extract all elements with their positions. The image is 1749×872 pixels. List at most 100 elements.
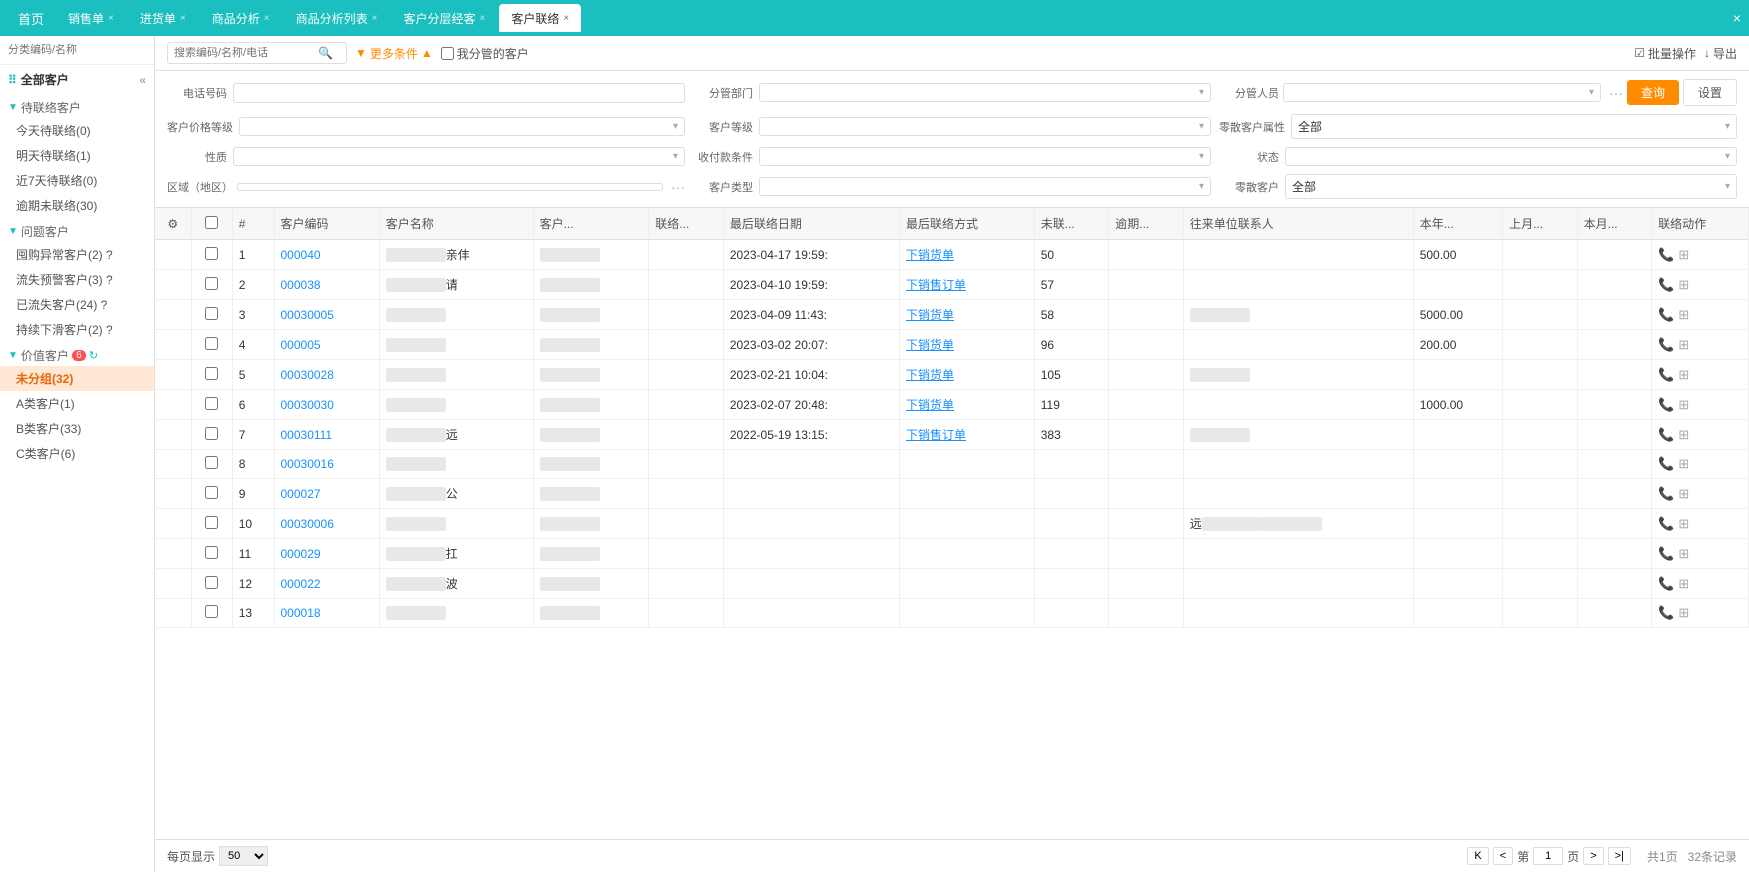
- per-page-dropdown[interactable]: 50 100 200: [219, 846, 268, 866]
- export-button[interactable]: ↓ 导出: [1704, 45, 1737, 62]
- td-code[interactable]: 000040: [274, 240, 379, 270]
- last-method-link[interactable]: 下销货单: [906, 338, 954, 352]
- sidebar-item-churn_risk[interactable]: 流失预警客户(3) ?: [0, 267, 154, 292]
- grid-action-icon[interactable]: ⊞: [1678, 516, 1689, 532]
- sidebar-item-abnormal[interactable]: 囤购异常客户(2) ?: [0, 242, 154, 267]
- all-customers-header[interactable]: ⠿ 全部客户 «: [0, 65, 154, 94]
- filter-search-icon[interactable]: 🔍: [318, 46, 333, 60]
- filter-status-select[interactable]: ▾: [1285, 147, 1737, 166]
- col-last-method[interactable]: 最后联络方式: [899, 208, 1034, 240]
- last-method-link[interactable]: 下销货单: [906, 398, 954, 412]
- phone-icon[interactable]: 📞: [1658, 397, 1674, 413]
- last-method-link[interactable]: 下销售订单: [906, 428, 966, 442]
- first-page-button[interactable]: K: [1467, 847, 1488, 865]
- reset-button[interactable]: 设置: [1683, 79, 1737, 106]
- td-code[interactable]: 00030111: [274, 420, 379, 450]
- close-tab-purchase-icon[interactable]: ×: [180, 13, 186, 24]
- nav-home[interactable]: 首页: [8, 9, 54, 28]
- td-code[interactable]: 000018: [274, 599, 379, 628]
- nav-tab-purchase[interactable]: 进货单×: [128, 4, 198, 32]
- query-button[interactable]: 查询: [1627, 80, 1679, 105]
- page-input[interactable]: [1533, 847, 1563, 865]
- row-checkbox[interactable]: [205, 427, 218, 440]
- row-checkbox[interactable]: [205, 367, 218, 380]
- grid-action-icon[interactable]: ⊞: [1678, 307, 1689, 323]
- phone-icon[interactable]: 📞: [1658, 427, 1674, 443]
- col-this-month[interactable]: 本月...: [1577, 208, 1652, 240]
- close-tab-customer_segment-icon[interactable]: ×: [479, 13, 485, 24]
- sidebar-group-label-value_customers[interactable]: ▼价值客户6↻: [0, 342, 154, 366]
- sidebar-search-input[interactable]: [8, 44, 150, 56]
- phone-icon[interactable]: 📞: [1658, 277, 1674, 293]
- grid-action-icon[interactable]: ⊞: [1678, 247, 1689, 263]
- last-method-link[interactable]: 下销售订单: [906, 278, 966, 292]
- col-contact-action[interactable]: 联络动作: [1652, 208, 1749, 240]
- col-this-year[interactable]: 本年...: [1413, 208, 1502, 240]
- filter-manager-select[interactable]: ▾: [1283, 83, 1601, 102]
- sidebar-item-b_type[interactable]: B类客户(33): [0, 416, 154, 441]
- my-customers-checkbox[interactable]: [441, 47, 454, 60]
- row-checkbox[interactable]: [205, 456, 218, 469]
- phone-icon[interactable]: 📞: [1658, 337, 1674, 353]
- td-code[interactable]: 000005: [274, 330, 379, 360]
- td-code[interactable]: 00030005: [274, 300, 379, 330]
- table-select-all-header[interactable]: [191, 208, 232, 240]
- col-customer-code[interactable]: 客户编码: [274, 208, 379, 240]
- prev-page-button[interactable]: <: [1493, 847, 1513, 865]
- grid-action-icon[interactable]: ⊞: [1678, 337, 1689, 353]
- phone-icon[interactable]: 📞: [1658, 486, 1674, 502]
- row-checkbox[interactable]: [205, 605, 218, 618]
- td-code[interactable]: 000022: [274, 569, 379, 599]
- row-checkbox[interactable]: [205, 546, 218, 559]
- filter-manager-dots[interactable]: ···: [1609, 85, 1623, 101]
- sidebar-item-no_group[interactable]: 未分组(32): [0, 366, 154, 391]
- sidebar-collapse-icon[interactable]: «: [139, 73, 146, 87]
- grid-action-icon[interactable]: ⊞: [1678, 397, 1689, 413]
- close-tab-product_analysis-icon[interactable]: ×: [264, 13, 270, 24]
- col-last-date[interactable]: 最后联络日期: [723, 208, 899, 240]
- row-checkbox[interactable]: [205, 486, 218, 499]
- nav-tab-product_analysis_list[interactable]: 商品分析列表×: [284, 4, 390, 32]
- select-all-checkbox[interactable]: [205, 216, 218, 229]
- td-code[interactable]: 000029: [274, 539, 379, 569]
- phone-icon[interactable]: 📞: [1658, 367, 1674, 383]
- sidebar-item-lost[interactable]: 已流失客户(24) ?: [0, 292, 154, 317]
- next-page-button[interactable]: >: [1583, 847, 1603, 865]
- batch-operation-button[interactable]: ☑ 批量操作: [1634, 45, 1696, 62]
- td-code[interactable]: 00030016: [274, 450, 379, 479]
- row-checkbox[interactable]: [205, 277, 218, 290]
- td-code[interactable]: 00030030: [274, 390, 379, 420]
- td-code[interactable]: 00030006: [274, 509, 379, 539]
- close-all-button[interactable]: ×: [1733, 10, 1741, 26]
- grid-action-icon[interactable]: ⊞: [1678, 546, 1689, 562]
- phone-icon[interactable]: 📞: [1658, 307, 1674, 323]
- sidebar-item-7days[interactable]: 近7天待联络(0): [0, 168, 154, 193]
- filter-search-input[interactable]: [174, 47, 314, 59]
- phone-icon[interactable]: 📞: [1658, 516, 1674, 532]
- last-page-button[interactable]: >|: [1608, 847, 1631, 865]
- sidebar-item-today[interactable]: 今天待联络(0): [0, 118, 154, 143]
- filter-customer-type-select[interactable]: ▾: [759, 177, 1211, 196]
- filter-phone-input[interactable]: [233, 83, 685, 103]
- grid-action-icon[interactable]: ⊞: [1678, 576, 1689, 592]
- filter-region-dots[interactable]: ···: [671, 179, 685, 195]
- col-overdue[interactable]: 逾期...: [1109, 208, 1184, 240]
- nav-tab-sales[interactable]: 销售单×: [56, 4, 126, 32]
- sidebar-item-a_type[interactable]: A类客户(1): [0, 391, 154, 416]
- close-tab-sales-icon[interactable]: ×: [108, 13, 114, 24]
- col-last-month[interactable]: 上月...: [1503, 208, 1578, 240]
- grid-action-icon[interactable]: ⊞: [1678, 367, 1689, 383]
- col-no-contact[interactable]: 未联...: [1034, 208, 1109, 240]
- filter-scatter-attr-select[interactable]: 全部 ▾: [1291, 114, 1737, 139]
- col-contact[interactable]: 联络...: [649, 208, 724, 240]
- col-company-contact[interactable]: 往来单位联系人: [1183, 208, 1413, 240]
- row-checkbox[interactable]: [205, 307, 218, 320]
- filter-payment-select[interactable]: ▾: [759, 147, 1211, 166]
- col-customer-type[interactable]: 客户...: [533, 208, 649, 240]
- filter-price-grade-select[interactable]: ▾: [239, 117, 685, 136]
- grid-action-icon[interactable]: ⊞: [1678, 486, 1689, 502]
- grid-action-icon[interactable]: ⊞: [1678, 605, 1689, 621]
- sidebar-item-overdue[interactable]: 逾期未联络(30): [0, 193, 154, 218]
- col-customer-name[interactable]: 客户名称: [379, 208, 533, 240]
- nav-tab-customer_segment[interactable]: 客户分层经客×: [391, 4, 497, 32]
